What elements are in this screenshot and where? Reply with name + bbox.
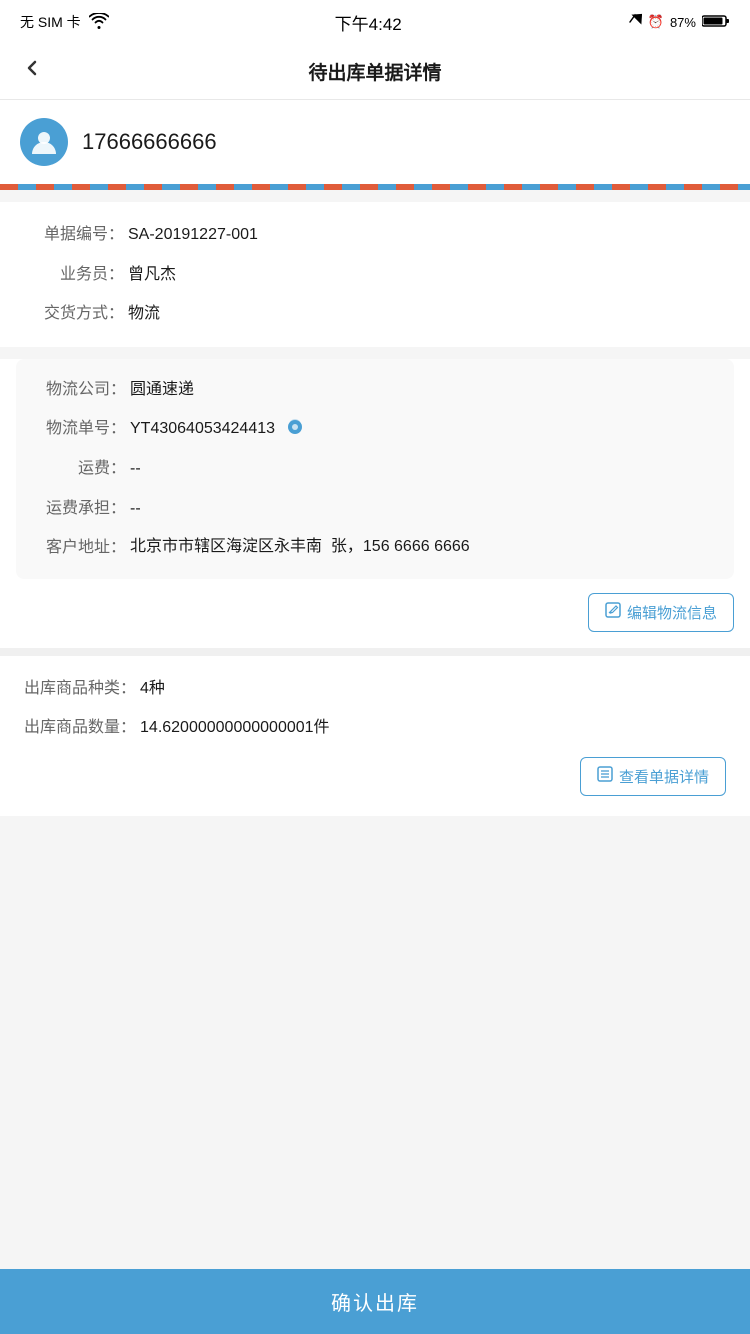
customer-avatar — [20, 118, 68, 166]
status-right: ⏰ 87% — [628, 13, 730, 32]
logistics-tracking-value: YT43064053424413 — [130, 416, 714, 442]
address-value: 北京市市辖区海淀区永丰南 张，156 6666 6666 — [130, 535, 714, 559]
logistics-tracking-label: 物流单号： — [36, 416, 126, 442]
goods-section: 出库商品种类： 4种 出库商品数量： 14.62000000000000001件… — [0, 656, 750, 816]
goods-quantity-label: 出库商品数量： — [24, 715, 136, 741]
goods-quantity-value: 14.62000000000000001件 — [140, 715, 726, 741]
page-title: 待出库单据详情 — [308, 58, 441, 85]
goods-types-value: 4种 — [140, 676, 726, 702]
location-status-icon — [628, 13, 642, 32]
nav-bar: 待出库单据详情 — [0, 44, 750, 100]
confirm-button-container: 确认出库 — [0, 1269, 750, 1334]
freight-row: 运费： -- — [36, 456, 714, 482]
location-pin-icon[interactable] — [283, 417, 307, 441]
salesman-value: 曾凡杰 — [128, 262, 726, 288]
dashed-divider — [0, 184, 750, 190]
edit-logistics-button[interactable]: 编辑物流信息 — [588, 593, 734, 632]
view-details-row: 查看单据详情 — [24, 757, 726, 796]
goods-quantity-row: 出库商品数量： 14.62000000000000001件 — [24, 715, 726, 741]
salesman-label: 业务员： — [24, 262, 124, 288]
delivery-row: 交货方式： 物流 — [24, 301, 726, 327]
sim-status: 无 SIM 卡 — [20, 12, 81, 32]
section-separator — [0, 648, 750, 656]
battery-level: 87% — [670, 15, 696, 30]
order-no-row: 单据编号： SA-20191227-001 — [24, 222, 726, 248]
customer-phone: 17666666666 — [82, 129, 217, 155]
delivery-value: 物流 — [128, 301, 726, 327]
address-row: 客户地址： 北京市市辖区海淀区永丰南 张，156 6666 6666 — [36, 535, 714, 561]
battery-icon — [702, 14, 730, 31]
bottom-spacer — [0, 816, 750, 936]
order-info-section: 单据编号： SA-20191227-001 业务员： 曾凡杰 交货方式： 物流 — [0, 202, 750, 347]
order-no-label: 单据编号： — [24, 222, 124, 248]
status-left: 无 SIM 卡 — [20, 12, 109, 32]
edit-logistics-label: 编辑物流信息 — [627, 602, 717, 623]
freight-bear-value: -- — [130, 496, 714, 522]
logistics-card: 物流公司： 圆通速递 物流单号： YT43064053424413 运费： -- — [16, 359, 734, 579]
status-time: 下午4:42 — [335, 10, 402, 35]
back-button[interactable] — [12, 48, 52, 95]
freight-bear-row: 运费承担： -- — [36, 496, 714, 522]
order-no-value: SA-20191227-001 — [128, 222, 726, 248]
confirm-outbound-button[interactable]: 确认出库 — [0, 1287, 750, 1316]
freight-label: 运费： — [36, 456, 126, 482]
list-icon — [597, 766, 613, 786]
alarm-icon: ⏰ — [648, 14, 664, 30]
goods-types-row: 出库商品种类： 4种 — [24, 676, 726, 702]
logistics-tracking-row: 物流单号： YT43064053424413 — [36, 416, 714, 442]
logistics-company-label: 物流公司： — [36, 377, 126, 403]
address-label: 客户地址： — [36, 535, 126, 561]
logistics-company-row: 物流公司： 圆通速递 — [36, 377, 714, 403]
wifi-icon — [89, 13, 109, 32]
view-details-button[interactable]: 查看单据详情 — [580, 757, 726, 796]
logistics-company-value: 圆通速递 — [130, 377, 714, 403]
freight-value: -- — [130, 456, 714, 482]
view-details-label: 查看单据详情 — [619, 766, 709, 787]
status-bar: 无 SIM 卡 下午4:42 ⏰ 87% — [0, 0, 750, 44]
delivery-label: 交货方式： — [24, 301, 124, 327]
edit-button-row: 编辑物流信息 — [16, 593, 734, 632]
customer-header: 17666666666 — [0, 100, 750, 184]
salesman-row: 业务员： 曾凡杰 — [24, 262, 726, 288]
freight-bear-label: 运费承担： — [36, 496, 126, 522]
goods-types-label: 出库商品种类： — [24, 676, 136, 702]
edit-icon — [605, 602, 621, 622]
